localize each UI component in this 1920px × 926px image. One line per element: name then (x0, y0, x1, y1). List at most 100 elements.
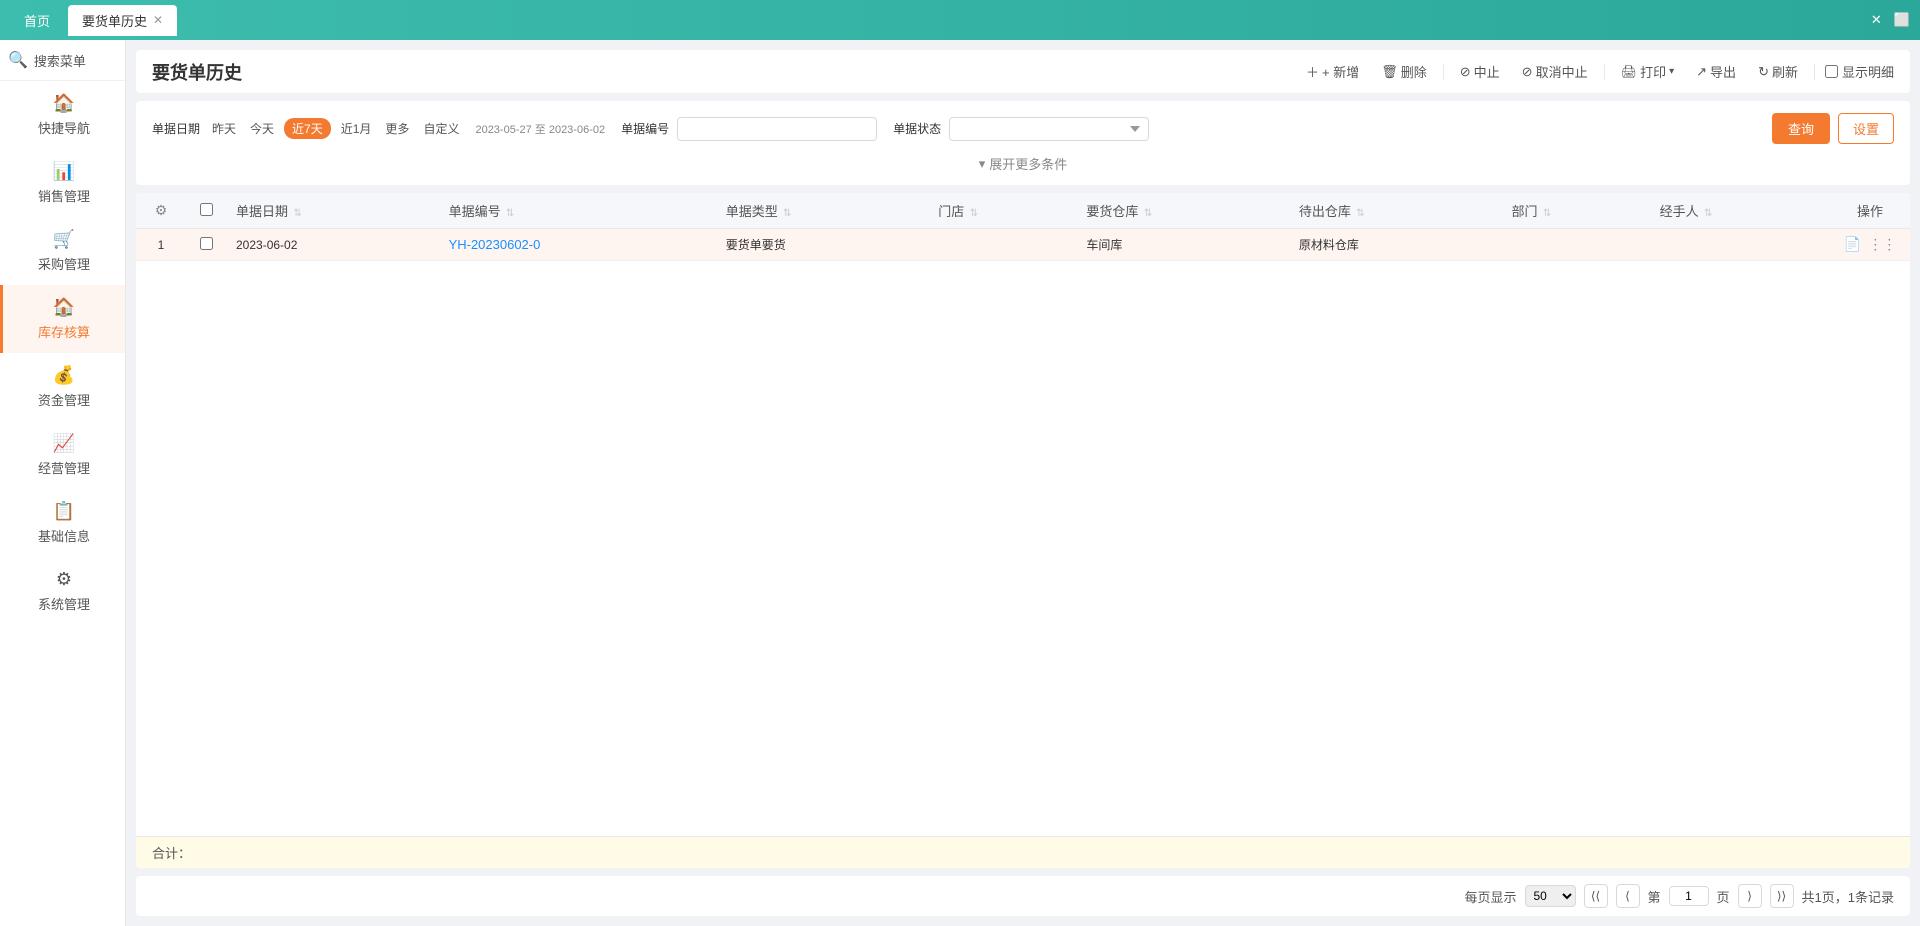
select-all-checkbox[interactable] (200, 203, 213, 216)
export-label: 导出 (1710, 62, 1736, 81)
per-page-select[interactable]: 50 10 20 100 (1525, 885, 1576, 907)
col-header-pending-warehouse[interactable]: 待出仓库 ⇅ (1289, 193, 1502, 229)
col-header-doc-type[interactable]: 单据类型 ⇅ (716, 193, 929, 229)
filter-area: 单据日期 昨天 今天 近7天 近1月 更多 自定义 2023-05-27 至 2… (136, 101, 1910, 185)
show-detail-checkbox[interactable]: 显示明细 (1825, 62, 1894, 81)
query-button[interactable]: 查询 (1772, 113, 1830, 144)
next-page-button[interactable]: ⟩ (1738, 884, 1762, 908)
last-page-button[interactable]: ⟩⟩ (1770, 884, 1794, 908)
new-button[interactable]: ＋ + 新增 (1300, 58, 1365, 85)
sidebar-item-purchase[interactable]: 🛒 采购管理 (0, 217, 125, 285)
expand-more-label: 展开更多条件 (989, 154, 1067, 173)
date-option-custom[interactable]: 自定义 (419, 118, 463, 139)
date-option-today[interactable]: 今天 (246, 118, 278, 139)
date-option-1month[interactable]: 近1月 (337, 118, 376, 139)
sidebar-item-sales[interactable]: 📊 销售管理 (0, 149, 125, 217)
sidebar-item-inventory-label: 库存核算 (38, 322, 90, 341)
export-button[interactable]: ↗ 导出 (1690, 58, 1742, 85)
col-header-doc-no[interactable]: 单据编号 ⇅ (439, 193, 716, 229)
col-doc-no-label: 单据编号 (449, 204, 501, 219)
cancel-stop-button[interactable]: ⊘ 取消中止 (1516, 58, 1594, 85)
show-detail-input[interactable] (1825, 65, 1838, 78)
settings-button[interactable]: 设置 (1838, 113, 1894, 144)
filter-group-doc-status: 单据状态 (893, 117, 1149, 141)
sort-icon-8: ⇅ (1704, 208, 1712, 219)
print-button[interactable]: 🖨 打印 ▾ (1615, 58, 1681, 85)
sidebar-item-quick-nav-label: 快捷导航 (38, 118, 90, 137)
cell-doc-no[interactable]: YH-20230602-0 (439, 229, 716, 261)
gear-icon[interactable]: ⚙ (155, 202, 168, 218)
sidebar-item-inventory[interactable]: 🏠 库存核算 (0, 285, 125, 353)
col-header-req-warehouse[interactable]: 要货仓库 ⇅ (1076, 193, 1289, 229)
money-icon: 💰 (53, 365, 75, 386)
page-header: 要货单历史 ＋ + 新增 🗑 删除 ⊘ 中止 ⊘ 取消中止 (136, 50, 1910, 93)
row-edit-icon[interactable]: 📄 (1844, 236, 1861, 252)
col-header-store[interactable]: 门店 ⇅ (928, 193, 1076, 229)
date-option-yesterday[interactable]: 昨天 (208, 118, 240, 139)
cancel-stop-label: 取消中止 (1536, 62, 1588, 81)
row-checkbox[interactable] (200, 237, 213, 250)
sidebar-search-label: 搜索菜单 (34, 51, 86, 70)
prev-page-button[interactable]: ⟨ (1616, 884, 1640, 908)
tab-close-icon[interactable]: ✕ (153, 13, 163, 27)
date-option-more[interactable]: 更多 (381, 118, 413, 139)
cell-pending-warehouse: 原材料仓库 (1289, 229, 1502, 261)
cell-req-warehouse: 车间库 (1076, 229, 1289, 261)
filter-doc-status-select[interactable] (949, 117, 1149, 141)
data-table: ⚙ 单据日期 ⇅ 单据编号 ⇅ (136, 193, 1910, 261)
col-pending-warehouse-label: 待出仓库 (1299, 204, 1351, 219)
page-suffix: 页 (1717, 887, 1730, 906)
basic-info-icon: 📋 (53, 501, 75, 522)
filter-group-doc-no: 单据编号 (621, 117, 877, 141)
sidebar-search[interactable]: 🔍 搜索菜单 (0, 40, 125, 81)
filter-doc-no-input[interactable] (677, 117, 877, 141)
sidebar-item-finance[interactable]: 💰 资金管理 (0, 353, 125, 421)
col-header-doc-date[interactable]: 单据日期 ⇅ (226, 193, 439, 229)
delete-icon: 🗑 (1381, 64, 1398, 80)
sort-icon-4: ⇅ (970, 208, 978, 219)
first-page-button[interactable]: ⟨⟨ (1584, 884, 1608, 908)
sidebar-item-basic-info[interactable]: 📋 基础信息 (0, 489, 125, 557)
col-handler-label: 经手人 (1660, 204, 1699, 219)
col-action-label: 操作 (1857, 204, 1883, 219)
print-icon: 🖨 (1621, 64, 1638, 80)
col-header-handler[interactable]: 经手人 ⇅ (1650, 193, 1830, 229)
col-store-label: 门店 (938, 204, 964, 219)
sidebar-item-operations-label: 经营管理 (38, 458, 90, 477)
date-options: 昨天 今天 近7天 近1月 更多 自定义 (208, 118, 463, 139)
doc-no-link[interactable]: YH-20230602-0 (449, 237, 541, 252)
page-title: 要货单历史 (152, 59, 242, 85)
window-close-icon[interactable]: ✕ (1871, 12, 1882, 28)
tab-home[interactable]: 首页 (10, 5, 64, 36)
table-body: 1 2023-06-02 YH-20230602-0 要货单要货 车间库 原材料… (136, 229, 1910, 261)
tab-requisition-history-label: 要货单历史 (82, 11, 147, 30)
stop-button[interactable]: ⊘ 中止 (1454, 58, 1506, 85)
page-input[interactable] (1669, 886, 1709, 906)
operations-icon: 📈 (53, 433, 75, 454)
sidebar-item-operations[interactable]: 📈 经营管理 (0, 421, 125, 489)
date-option-7days[interactable]: 近7天 (284, 118, 331, 139)
refresh-icon: ↻ (1758, 64, 1769, 80)
col-header-checkbox[interactable] (186, 193, 226, 229)
col-header-department[interactable]: 部门 ⇅ (1501, 193, 1649, 229)
cell-number: 1 (136, 229, 186, 261)
refresh-label: 刷新 (1772, 62, 1798, 81)
refresh-button[interactable]: ↻ 刷新 (1752, 58, 1804, 85)
chevron-down-icon: ▾ (979, 156, 986, 172)
sort-icon-6: ⇅ (1356, 208, 1364, 219)
filter-doc-status-label: 单据状态 (893, 120, 941, 137)
table-wrap: ⚙ 单据日期 ⇅ 单据编号 ⇅ (136, 193, 1910, 836)
sidebar-item-system-label: 系统管理 (38, 594, 90, 613)
row-more-icon[interactable]: ⋮⋮ (1868, 236, 1896, 252)
cell-checkbox[interactable] (186, 229, 226, 261)
tab-requisition-history[interactable]: 要货单历史 ✕ (68, 5, 177, 36)
sidebar-item-quick-nav[interactable]: 🏠 快捷导航 (0, 81, 125, 149)
print-chevron-icon: ▾ (1669, 66, 1674, 77)
filter-row-1: 单据日期 昨天 今天 近7天 近1月 更多 自定义 2023-05-27 至 2… (152, 113, 1894, 144)
expand-more-button[interactable]: ▾ 展开更多条件 (979, 154, 1068, 173)
window-resize-icon[interactable]: ⬜ (1894, 12, 1910, 28)
delete-button[interactable]: 🗑 删除 (1375, 58, 1433, 85)
sidebar-item-system[interactable]: ⚙ 系统管理 (0, 557, 125, 625)
cell-doc-type: 要货单要货 (716, 229, 929, 261)
col-header-setting[interactable]: ⚙ (136, 193, 186, 229)
